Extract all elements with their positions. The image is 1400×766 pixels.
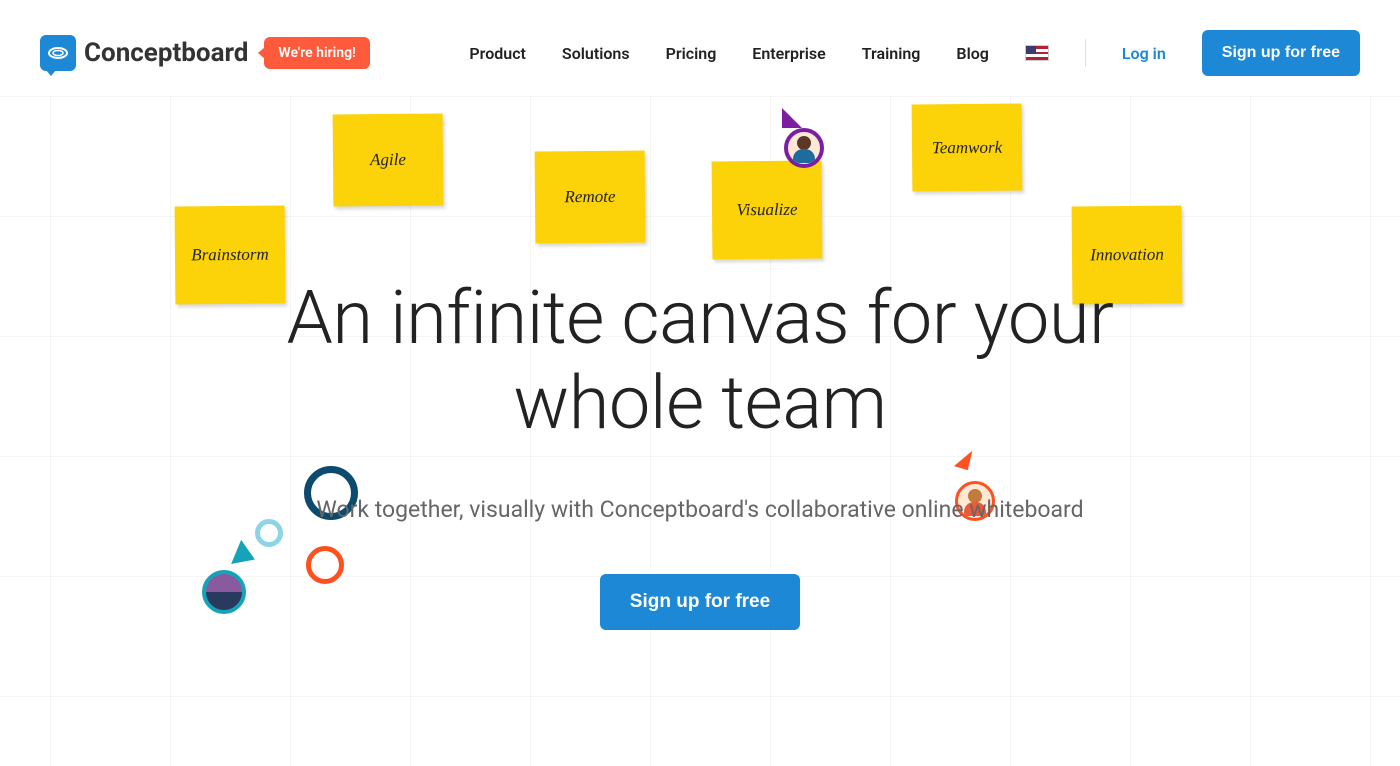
hiring-badge[interactable]: We're hiring! [264, 37, 369, 69]
nav: Product Solutions Pricing Enterprise Tra… [469, 30, 1360, 76]
sticky-note-agile: Agile [333, 114, 444, 207]
hero-canvas: Brainstorm Agile Remote Visualize Teamwo… [0, 96, 1400, 766]
locale-flag-icon[interactable] [1025, 45, 1049, 61]
nav-divider [1085, 39, 1086, 67]
nav-blog[interactable]: Blog [956, 44, 988, 63]
logo-icon [40, 35, 76, 71]
cursor-purple-icon [782, 108, 802, 128]
nav-solutions[interactable]: Solutions [562, 44, 630, 63]
sticky-note-remote: Remote [535, 151, 646, 244]
header: Conceptboard We're hiring! Product Solut… [0, 0, 1400, 96]
collaborator-avatar-purple [784, 128, 824, 168]
hero-content: An infinite canvas for your whole team W… [240, 276, 1160, 630]
hero-subtitle: Work together, visually with Conceptboar… [240, 488, 1160, 532]
logo-group: Conceptboard We're hiring! [40, 35, 370, 71]
nav-pricing[interactable]: Pricing [666, 44, 717, 63]
hero-title: An infinite canvas for your whole team [240, 276, 1160, 446]
signup-button-header[interactable]: Sign up for free [1202, 30, 1360, 76]
sticky-note-visualize: Visualize [712, 161, 823, 260]
nav-training[interactable]: Training [862, 44, 921, 63]
nav-product[interactable]: Product [469, 44, 526, 63]
sticky-note-teamwork: Teamwork [912, 104, 1023, 192]
brand-name: Conceptboard [84, 38, 248, 68]
logo-swirl-icon [47, 45, 69, 61]
signup-button-hero[interactable]: Sign up for free [600, 574, 800, 630]
nav-enterprise[interactable]: Enterprise [752, 44, 825, 63]
login-link[interactable]: Log in [1122, 44, 1166, 63]
logo[interactable]: Conceptboard [40, 35, 248, 71]
